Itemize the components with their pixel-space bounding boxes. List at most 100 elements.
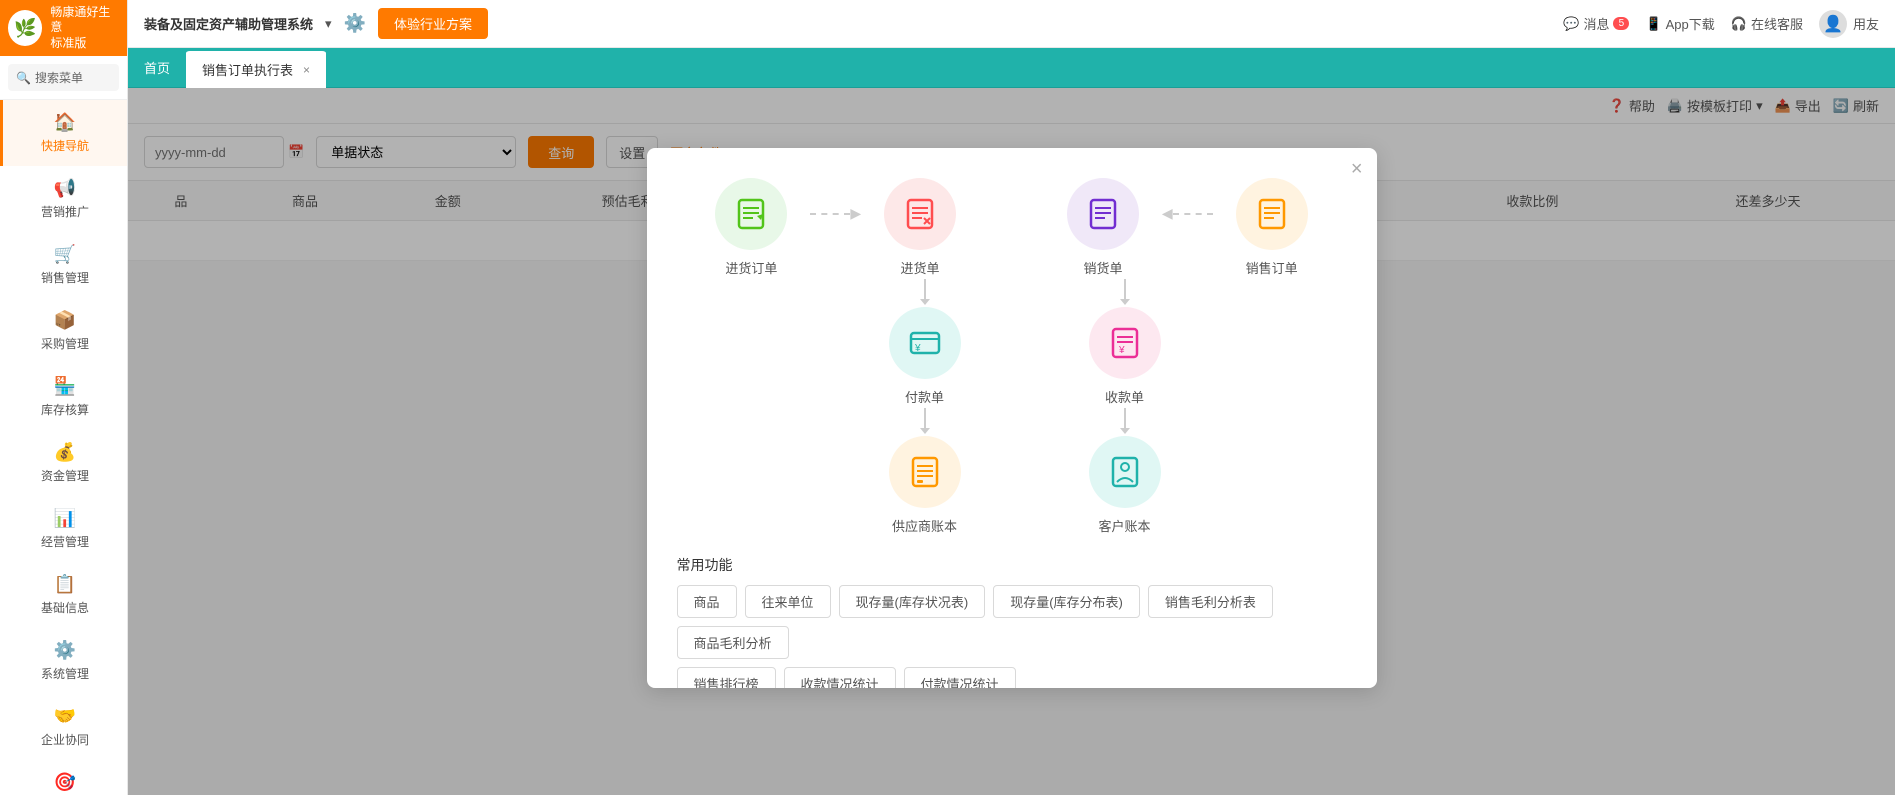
customer-account-label: 客户账本 [1098, 516, 1150, 535]
page-content: ❓ 帮助 🖨️ 按模板打印 ▾ 📤 导出 🔄 刷新 [128, 88, 1895, 795]
app-icon: 📱 [1645, 16, 1661, 32]
service-icon: 🎧 [1731, 16, 1747, 32]
topbar: 装备及固定资产辅助管理系统 ▾ ⚙️ 体验行业方案 💬 消息 5 📱 App下载… [128, 0, 1895, 48]
svg-text:¥: ¥ [914, 343, 921, 354]
receipt-bill-circle: ¥ [1089, 307, 1161, 379]
user-menu[interactable]: 👤 用友 [1819, 10, 1879, 38]
message-icon: 💬 [1563, 16, 1579, 32]
payment-bill-circle: ¥ [889, 307, 961, 379]
basics-icon: 📋 [54, 574, 76, 595]
func-payment-stats[interactable]: 付款情况统计 [904, 667, 1016, 688]
purchase-order-label: 进货订单 [725, 258, 777, 277]
workflow-sales-order: 销售订单 [1217, 178, 1327, 277]
workflow-row-arrows [697, 277, 1327, 307]
tab-home[interactable]: 首页 [128, 48, 186, 87]
topbar-actions: 💬 消息 5 📱 App下载 🎧 在线客服 👤 用友 [1563, 10, 1879, 38]
sidebar-item-system[interactable]: ⚙️ 系统管理 [0, 628, 127, 694]
message-badge: 5 [1613, 17, 1629, 30]
message-action[interactable]: 💬 消息 5 [1563, 14, 1629, 33]
supplier-account-circle [889, 436, 961, 508]
sidebar: 🌿 畅康通好生意 标准版 🔍 搜索菜单 🏠 快捷导航 📢 营销推广 [0, 0, 128, 795]
sidebar-item-enterprise[interactable]: 🤝 企业协同 [0, 694, 127, 760]
tabbar: 首页 销售订单执行表 × [128, 48, 1895, 88]
sales-bill-label: 销货单 [1084, 258, 1123, 277]
avatar: 👤 [1819, 10, 1847, 38]
common-functions-grid-2: 销售排行榜 收款情况统计 付款情况统计 [677, 667, 1347, 688]
purchase-icon: 📦 [54, 310, 76, 331]
workflow-purchase-order: 进货订单 [697, 178, 807, 277]
func-sales-rank[interactable]: 销售排行榜 [677, 667, 776, 688]
settings-icon[interactable]: ⚙️ [344, 13, 366, 34]
workflow-payment-bill: ¥ 付款单 [865, 307, 985, 406]
receipt-bill-label: 收款单 [1105, 387, 1144, 406]
quick-nav-modal: × 进货订单 [647, 148, 1377, 688]
operations-icon: 📊 [54, 508, 76, 529]
sidebar-item-sales[interactable]: 🛒 销售管理 [0, 232, 127, 298]
search-menu-button[interactable]: 🔍 搜索菜单 [8, 64, 119, 91]
payment-bill-label: 付款单 [905, 387, 944, 406]
enterprise-icon: 🤝 [54, 706, 76, 727]
system-dropdown[interactable]: ▾ [325, 16, 332, 32]
sales-bill-circle [1067, 178, 1139, 250]
arrow-sales-order-to-bill: ◀ [1158, 205, 1217, 250]
func-trading-party[interactable]: 往来单位 [745, 585, 831, 618]
purchase-bill-label: 进货单 [900, 258, 939, 277]
dropdown-icon: ▾ [325, 16, 332, 32]
system-title: 装备及固定资产辅助管理系统 [144, 14, 313, 33]
common-functions-grid: 商品 往来单位 现存量(库存状况表) 现存量(库存分布表) 销售毛利分析表 商品… [677, 585, 1347, 659]
arrow-right-icon: ▶ [850, 205, 861, 222]
customer-account-circle [1089, 436, 1161, 508]
workflow-receipt-bill: ¥ 收款单 [1065, 307, 1185, 406]
sales-order-circle [1236, 178, 1308, 250]
logo-text: 畅康通好生意 标准版 [50, 5, 119, 52]
workflow-diagram: 进货订单 ▶ 进 [677, 178, 1347, 535]
arrow-purchase-to-bill: ▶ [806, 205, 865, 250]
home-icon: 🏠 [54, 112, 76, 133]
online-service-action[interactable]: 🎧 在线客服 [1731, 14, 1803, 33]
sidebar-nav: 🏠 快捷导航 📢 营销推广 🛒 销售管理 📦 采购管理 🏪 库存核算 💰 [0, 100, 127, 795]
workflow-row-3: 供应商账本 客户账本 [697, 436, 1327, 535]
workflow-supplier-account: 供应商账本 [865, 436, 985, 535]
modal-close-button[interactable]: × [1351, 158, 1363, 181]
sidebar-item-finance[interactable]: 💰 资金管理 [0, 430, 127, 496]
tab-sales-order-exec[interactable]: 销售订单执行表 × [186, 49, 326, 88]
search-icon: 🔍 [16, 71, 31, 85]
purchase-order-circle [715, 178, 787, 250]
experience-button[interactable]: 体验行业方案 [378, 8, 488, 39]
func-receipt-stats[interactable]: 收款情况统计 [784, 667, 896, 688]
main-content: 装备及固定资产辅助管理系统 ▾ ⚙️ 体验行业方案 💬 消息 5 📱 App下载… [128, 0, 1895, 795]
func-product[interactable]: 商品 [677, 585, 737, 618]
marketing-icon: 📢 [54, 178, 76, 199]
sidebar-logo: 🌿 畅康通好生意 标准版 [0, 0, 127, 56]
sidebar-item-marketing[interactable]: 📢 营销推广 [0, 166, 127, 232]
sidebar-item-inventory[interactable]: 🏪 库存核算 [0, 364, 127, 430]
app-download-action[interactable]: 📱 App下载 [1645, 14, 1714, 33]
func-stock-status[interactable]: 现存量(库存状况表) [839, 585, 986, 618]
purchase-bill-circle [884, 178, 956, 250]
func-sales-profit[interactable]: 销售毛利分析表 [1148, 585, 1273, 618]
guide-icon: 🎯 [54, 772, 76, 793]
modal-overlay[interactable]: × 进货订单 [128, 88, 1895, 795]
sidebar-item-quick-nav[interactable]: 🏠 快捷导航 [0, 100, 127, 166]
workflow-customer-account: 客户账本 [1065, 436, 1185, 535]
func-stock-dist[interactable]: 现存量(库存分布表) [993, 585, 1140, 618]
common-functions-title: 常用功能 [677, 555, 1347, 575]
logo-icon: 🌿 [8, 10, 42, 46]
workflow-row-2: ¥ 付款单 ¥ 收款单 [697, 307, 1327, 406]
sales-order-label: 销售订单 [1246, 258, 1298, 277]
workflow-sales-bill: 销货单 [1048, 178, 1158, 277]
sidebar-item-guide[interactable]: 🎯 新手引导 [0, 760, 127, 795]
workflow-purchase-bill: 进货单 [865, 178, 975, 277]
sales-icon: 🛒 [54, 244, 76, 265]
sidebar-item-operations[interactable]: 📊 经营管理 [0, 496, 127, 562]
supplier-account-label: 供应商账本 [892, 516, 957, 535]
sidebar-item-purchase[interactable]: 📦 采购管理 [0, 298, 127, 364]
workflow-row-arrows2 [697, 406, 1327, 436]
inventory-icon: 🏪 [54, 376, 76, 397]
sidebar-item-basics[interactable]: 📋 基础信息 [0, 562, 127, 628]
tab-close-icon[interactable]: × [303, 63, 310, 77]
func-product-profit[interactable]: 商品毛利分析 [677, 626, 789, 659]
common-functions: 常用功能 商品 往来单位 现存量(库存状况表) 现存量(库存分布表) 销售毛利分… [677, 555, 1347, 688]
workflow-row-1: 进货订单 ▶ 进 [697, 178, 1327, 277]
svg-text:¥: ¥ [1118, 345, 1125, 356]
